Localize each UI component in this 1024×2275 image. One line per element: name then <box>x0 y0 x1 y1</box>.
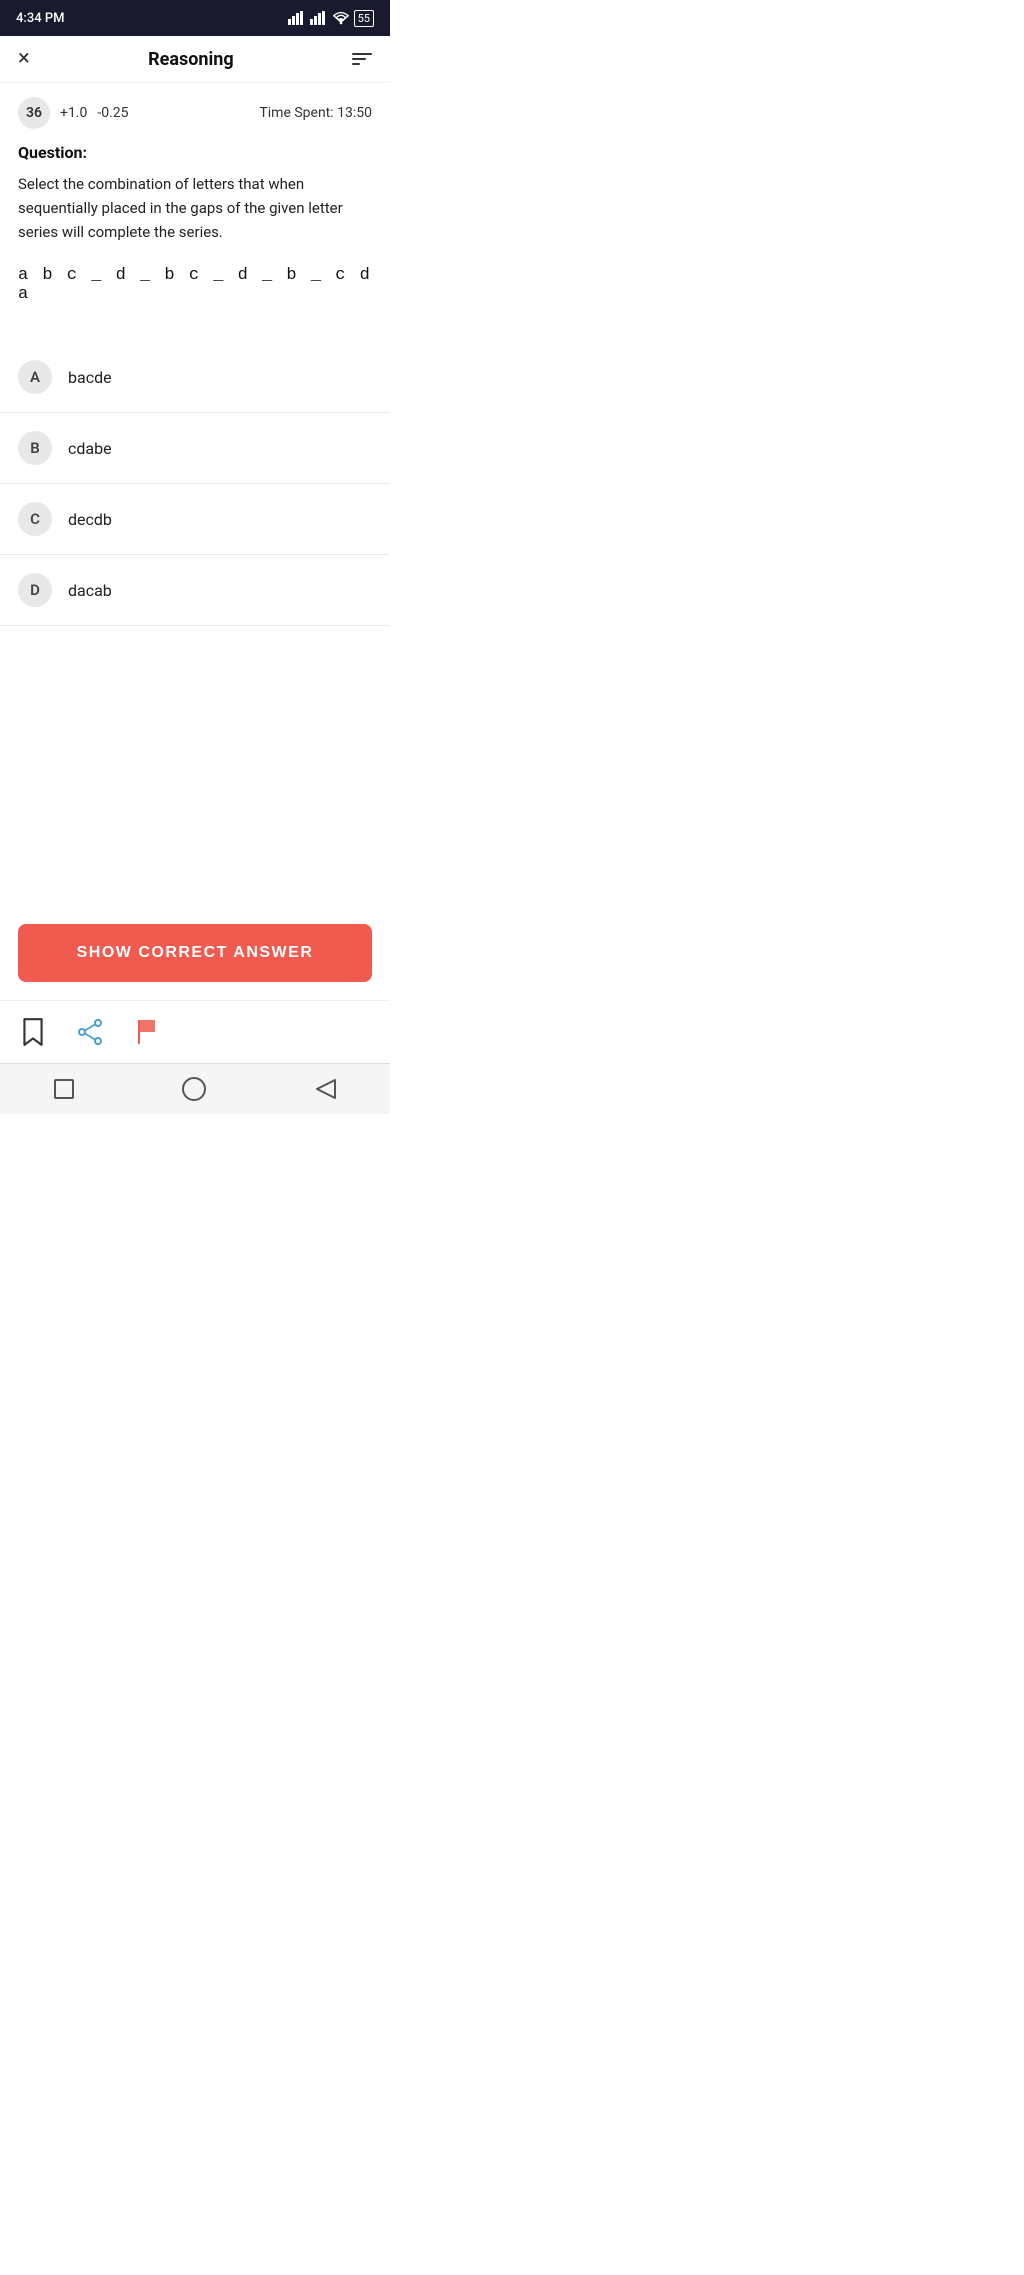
share-button[interactable] <box>76 1019 104 1045</box>
circle-nav-button[interactable] <box>181 1076 207 1102</box>
question-meta: 36 +1.0 -0.25 Time Spent: 13:50 <box>0 83 390 137</box>
header: × Reasoning <box>0 36 390 83</box>
options-container: A bacde B cdabe C decdb D dacab <box>0 342 390 626</box>
flag-button[interactable] <box>134 1018 160 1046</box>
question-number: 36 <box>18 97 50 129</box>
circle-nav-icon <box>181 1076 207 1102</box>
option-d[interactable]: D dacab <box>0 555 390 626</box>
option-d-text: dacab <box>68 581 112 600</box>
bookmark-icon <box>20 1017 46 1047</box>
battery-icon: 55 <box>354 10 374 27</box>
status-bar: 4:34 PM 55 <box>0 0 390 36</box>
time-spent: Time Spent: 13:50 <box>259 105 372 121</box>
signal-icon-2 <box>310 11 328 25</box>
show-answer-container: SHOW CORRECT ANSWER <box>0 906 390 1000</box>
back-nav-icon <box>313 1078 337 1100</box>
option-b-text: cdabe <box>68 439 112 458</box>
meta-left: 36 +1.0 -0.25 <box>18 97 129 129</box>
option-c-text: decdb <box>68 510 112 529</box>
flag-icon <box>134 1018 160 1046</box>
square-nav-button[interactable] <box>53 1078 75 1100</box>
show-correct-answer-button[interactable]: SHOW CORRECT ANSWER <box>18 924 372 982</box>
wifi-icon <box>332 11 350 25</box>
content-spacer <box>0 626 390 906</box>
option-a-text: bacde <box>68 368 112 387</box>
option-a[interactable]: A bacde <box>0 342 390 413</box>
bottom-actions <box>0 1000 390 1063</box>
filter-button[interactable] <box>352 53 372 65</box>
question-label: Question: <box>18 143 372 162</box>
option-d-circle: D <box>18 573 52 607</box>
bookmark-button[interactable] <box>20 1017 46 1047</box>
score-positive: +1.0 <box>60 105 87 121</box>
letter-series: a b c _ d _ b c _ d _ b _ c d a <box>18 262 372 308</box>
question-content: Question: Select the combination of lett… <box>0 137 390 342</box>
signal-icon <box>288 11 306 25</box>
question-text: Select the combination of letters that w… <box>18 172 372 244</box>
option-c[interactable]: C decdb <box>0 484 390 555</box>
square-nav-icon <box>53 1078 75 1100</box>
nav-bar <box>0 1063 390 1114</box>
option-b-circle: B <box>18 431 52 465</box>
option-b[interactable]: B cdabe <box>0 413 390 484</box>
header-title: Reasoning <box>148 49 234 70</box>
status-icons: 55 <box>288 10 374 27</box>
option-a-circle: A <box>18 360 52 394</box>
filter-line-2 <box>352 58 366 60</box>
back-nav-button[interactable] <box>313 1078 337 1100</box>
status-time: 4:34 PM <box>16 11 65 26</box>
filter-line-1 <box>352 53 372 55</box>
close-button[interactable]: × <box>18 48 30 70</box>
share-icon <box>76 1019 104 1045</box>
option-c-circle: C <box>18 502 52 536</box>
score-negative: -0.25 <box>97 105 128 121</box>
filter-line-3 <box>352 63 360 65</box>
